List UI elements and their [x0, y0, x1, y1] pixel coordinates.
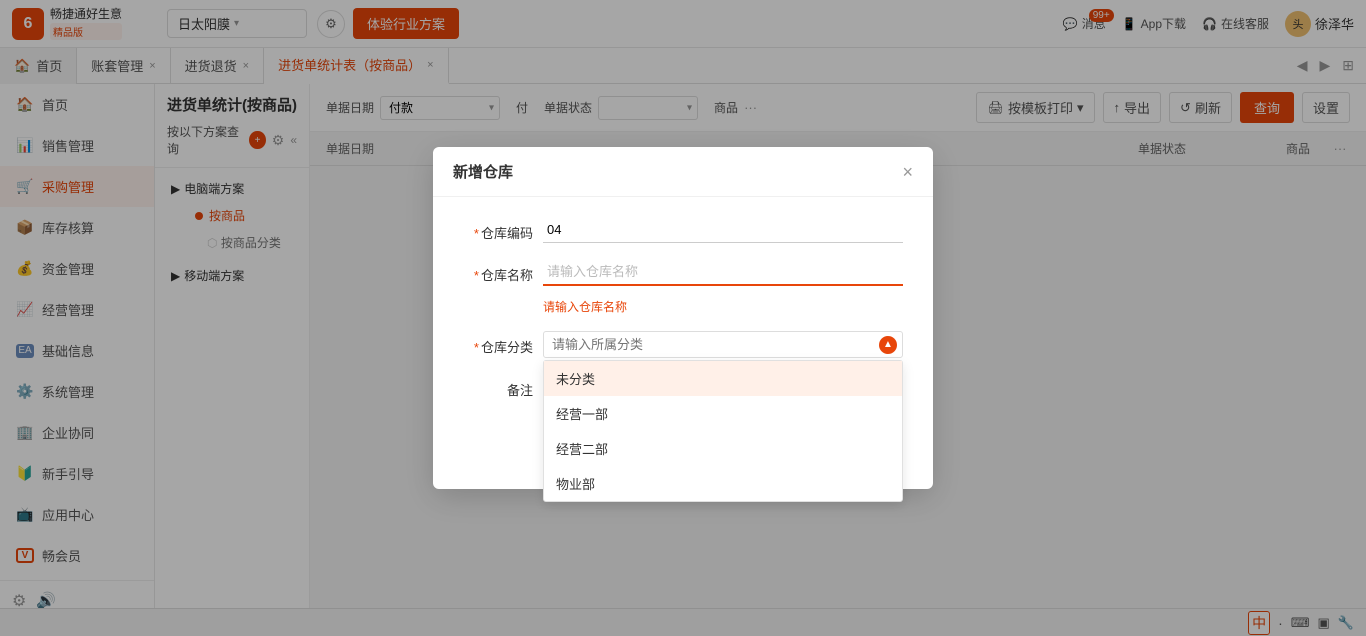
dropdown-option-dept3[interactable]: 物业部: [544, 466, 902, 501]
warehouse-code-row: 仓库编码: [463, 217, 903, 243]
modal-title: 新增仓库: [453, 161, 513, 182]
warehouse-name-label: 仓库名称: [463, 259, 533, 284]
warehouse-name-row: 仓库名称 请输入仓库名称: [463, 259, 903, 315]
modal-body: 仓库编码 仓库名称 请输入仓库名称 仓库分类 ▲ 未分类 经营一部 经营二部: [433, 197, 933, 426]
notes-label: 备注: [463, 374, 533, 399]
warehouse-code-label: 仓库编码: [463, 217, 533, 242]
warehouse-category-row: 仓库分类 ▲ 未分类 经营一部 经营二部 物业部: [463, 331, 903, 358]
dropdown-option-uncategorized[interactable]: 未分类: [544, 361, 902, 396]
warehouse-name-input[interactable]: [543, 259, 903, 286]
modal-dialog: 新增仓库 × 仓库编码 仓库名称 请输入仓库名称 仓库分类 ▲ 未分类: [433, 147, 933, 489]
modal-close-btn[interactable]: ×: [902, 163, 913, 181]
category-dropdown: 未分类 经营一部 经营二部 物业部: [543, 360, 903, 502]
warehouse-category-input[interactable]: [543, 331, 903, 358]
modal-header: 新增仓库 ×: [433, 147, 933, 197]
warehouse-category-label: 仓库分类: [463, 331, 533, 356]
warehouse-code-input[interactable]: [543, 217, 903, 243]
category-dropdown-toggle[interactable]: ▲: [879, 336, 897, 354]
dropdown-option-dept2[interactable]: 经营二部: [544, 431, 902, 466]
dropdown-option-dept1[interactable]: 经营一部: [544, 396, 902, 431]
warehouse-name-error: 请输入仓库名称: [543, 298, 627, 315]
warehouse-category-wrap: ▲ 未分类 经营一部 经营二部 物业部: [543, 331, 903, 358]
